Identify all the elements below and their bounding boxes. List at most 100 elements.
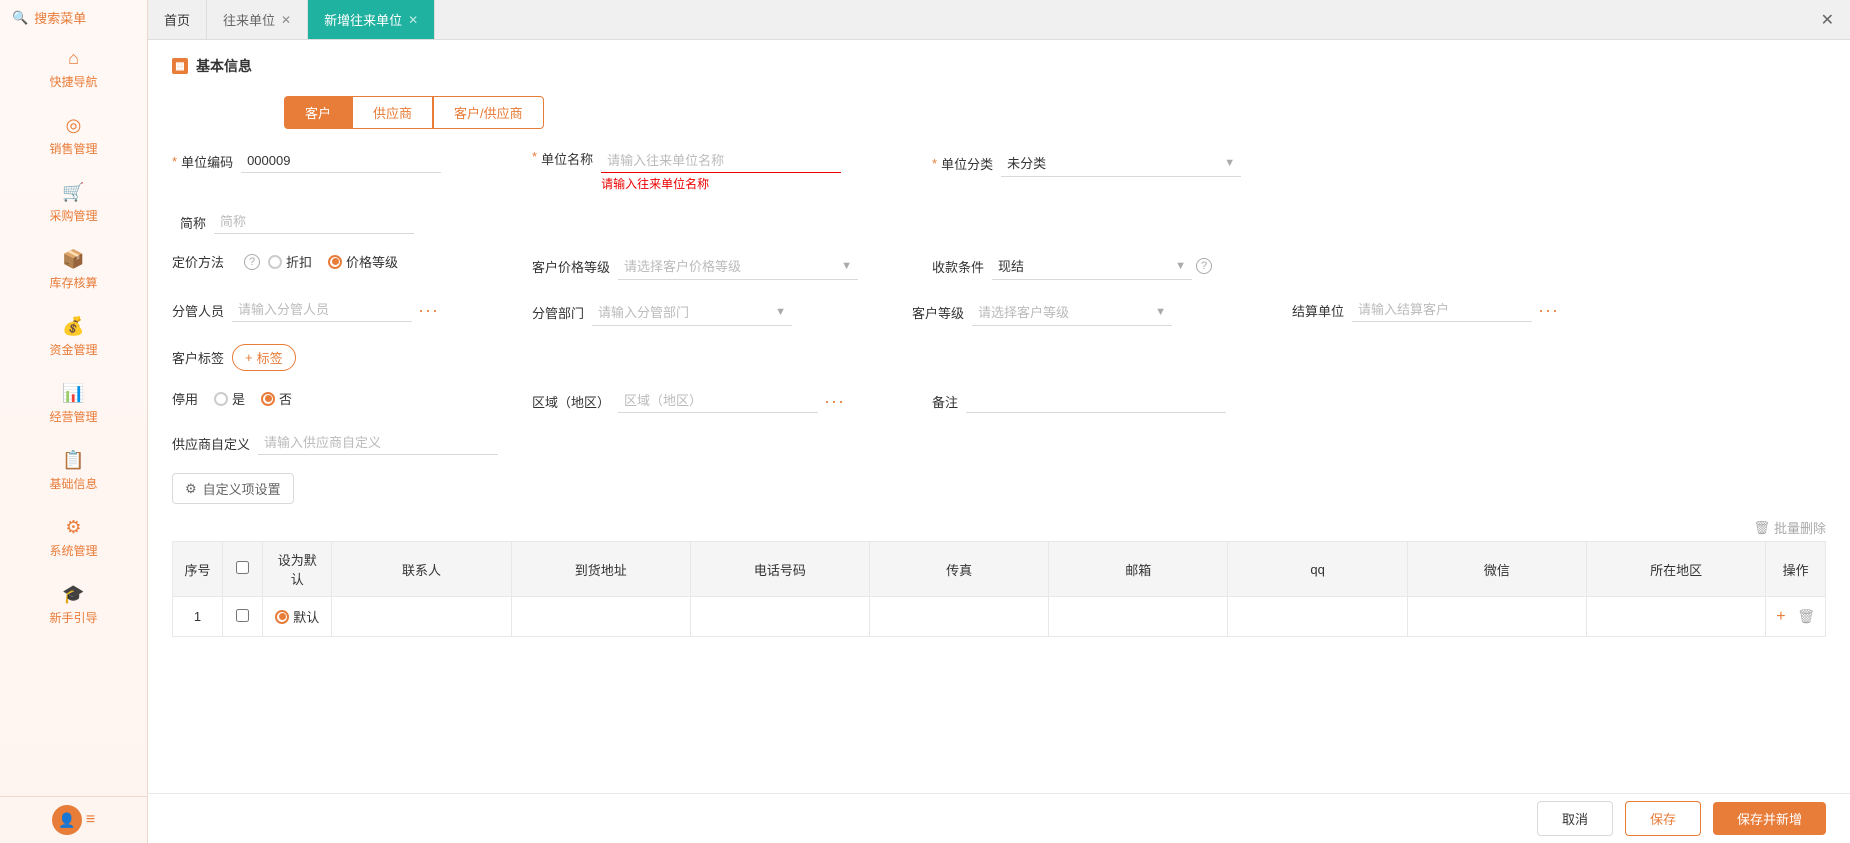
- radio-circle-yes: [214, 392, 228, 406]
- sidebar-item-inventory[interactable]: 📦 库存核算: [0, 236, 147, 303]
- td-region[interactable]: [1587, 597, 1766, 637]
- sidebar-expand-icon[interactable]: ≡: [86, 811, 95, 829]
- row-checkbox[interactable]: [236, 609, 249, 622]
- search-menu[interactable]: 🔍 搜索菜单: [0, 0, 147, 35]
- sidebar-item-label: 采购管理: [49, 207, 97, 224]
- customer-price-select[interactable]: 请选择客户价格等级 ▼: [618, 252, 858, 280]
- section-basic-info: ▦ 基本信息: [172, 56, 1826, 76]
- td-address[interactable]: [511, 597, 690, 637]
- payment-help-icon[interactable]: ?: [1196, 258, 1212, 274]
- custom-settings-btn[interactable]: ⚙ 自定义项设置: [172, 473, 294, 504]
- supplier-custom-input[interactable]: [258, 431, 498, 455]
- department-select[interactable]: 请输入分管部门 ▼: [592, 298, 792, 326]
- batch-delete-label[interactable]: 批量删除: [1774, 518, 1826, 537]
- unit-category-select[interactable]: 未分类 ▼: [1001, 149, 1241, 177]
- radio-yes[interactable]: 是: [214, 389, 245, 408]
- manager-more-btn[interactable]: ···: [412, 300, 445, 321]
- region-table-input[interactable]: [1597, 605, 1755, 628]
- region-more-btn[interactable]: ···: [818, 391, 851, 412]
- add-row-btn[interactable]: +: [1776, 608, 1785, 625]
- th-qq: qq: [1228, 542, 1407, 597]
- delete-row-btn[interactable]: 🗑: [1797, 608, 1815, 624]
- td-fax[interactable]: [870, 597, 1049, 637]
- unit-type-both-btn[interactable]: 客户/供应商: [433, 96, 544, 129]
- settlement-field: 结算单位 ···: [1292, 298, 1632, 322]
- required-star-name: *: [532, 149, 537, 164]
- remark-input[interactable]: [966, 389, 1226, 413]
- pricing-help-icon[interactable]: ?: [244, 254, 260, 270]
- radio-jiage[interactable]: 价格等级: [328, 252, 398, 271]
- chevron-down-icon: ▼: [1224, 157, 1235, 169]
- unit-name-input[interactable]: [601, 149, 841, 173]
- unit-type-customer-btn[interactable]: 客户: [284, 96, 352, 129]
- unit-type-supplier-btn[interactable]: 供应商: [352, 96, 433, 129]
- td-default[interactable]: 默认: [263, 597, 332, 637]
- radio-label-jiage: 价格等级: [346, 252, 398, 271]
- sidebar-item-system[interactable]: ⚙ 系统管理: [0, 504, 147, 571]
- contact-input[interactable]: [342, 605, 500, 628]
- sidebar-item-basic[interactable]: 📋 基础信息: [0, 437, 147, 504]
- sidebar: 🔍 搜索菜单 ⌂ 快捷导航 ◎ 销售管理 🛒 采购管理 📦 库存核算 💰 资金管…: [0, 0, 148, 843]
- supplier-custom-label: 供应商自定义: [172, 434, 250, 453]
- window-close-button[interactable]: ✕: [1805, 10, 1850, 30]
- pricing-method-label: 定价方法: [172, 252, 224, 271]
- customer-level-placeholder: 请选择客户等级: [978, 302, 1155, 321]
- sidebar-item-operation[interactable]: 📊 经营管理: [0, 370, 147, 437]
- td-email[interactable]: [1049, 597, 1228, 637]
- sidebar-item-purchase[interactable]: 🛒 采购管理: [0, 169, 147, 236]
- required-star-cat: *: [932, 156, 937, 171]
- td-phone[interactable]: [690, 597, 869, 637]
- radio-no[interactable]: 否: [261, 389, 292, 408]
- td-contact[interactable]: [332, 597, 511, 637]
- manager-input[interactable]: [232, 298, 412, 322]
- radio-label-no: 否: [279, 389, 292, 408]
- inventory-icon: 📦: [63, 248, 85, 270]
- row-default-radio[interactable]: 默认: [273, 607, 321, 626]
- address-input[interactable]: [522, 605, 680, 628]
- settlement-more-btn[interactable]: ···: [1532, 300, 1565, 321]
- region-input[interactable]: [618, 389, 818, 413]
- unit-category-value: 未分类: [1007, 153, 1224, 172]
- user-avatar[interactable]: 👤: [52, 805, 82, 835]
- supplier-custom-field: 供应商自定义: [172, 431, 572, 455]
- tab-contacts-label: 往来单位: [223, 10, 275, 29]
- manager-field: 分管人员 ···: [172, 298, 512, 322]
- save-new-button[interactable]: 保存并新增: [1713, 802, 1826, 835]
- tab-home[interactable]: 首页: [148, 0, 207, 39]
- add-tag-btn[interactable]: + 标签: [232, 344, 296, 371]
- sidebar-item-finance[interactable]: 💰 资金管理: [0, 303, 147, 370]
- td-index: 1: [173, 597, 223, 637]
- td-wechat[interactable]: [1407, 597, 1586, 637]
- wechat-input[interactable]: [1418, 605, 1576, 628]
- short-name-field: 简称: [172, 210, 512, 234]
- td-qq[interactable]: [1228, 597, 1407, 637]
- payment-terms-select[interactable]: 现结 ▼: [992, 252, 1192, 280]
- short-name-input[interactable]: [214, 210, 414, 234]
- settlement-input[interactable]: [1352, 298, 1532, 322]
- qq-input[interactable]: [1238, 605, 1396, 628]
- select-all-checkbox[interactable]: [236, 561, 249, 574]
- sidebar-item-sales[interactable]: ◎ 销售管理: [0, 102, 147, 169]
- sidebar-item-quick-nav[interactable]: ⌂ 快捷导航: [0, 35, 147, 102]
- customer-tag-field: 客户标签 + 标签: [172, 344, 1806, 371]
- cancel-button[interactable]: 取消: [1537, 801, 1613, 836]
- system-icon: ⚙: [63, 516, 85, 538]
- unit-category-field: * 单位分类 未分类 ▼: [932, 149, 1312, 177]
- phone-input[interactable]: [701, 605, 859, 628]
- customer-level-select[interactable]: 请选择客户等级 ▼: [972, 298, 1172, 326]
- radio-zhekou[interactable]: 折扣: [268, 252, 312, 271]
- email-input[interactable]: [1059, 605, 1217, 628]
- tab-contacts[interactable]: 往来单位 ✕: [207, 0, 308, 39]
- tab-new-contacts[interactable]: 新增往来单位 ✕: [308, 0, 435, 39]
- disable-radio-group: 是 否: [214, 389, 292, 408]
- sidebar-item-guide[interactable]: 🎓 新手引导: [0, 571, 147, 638]
- save-button[interactable]: 保存: [1625, 801, 1701, 836]
- tab-new-contacts-label: 新增往来单位: [324, 10, 402, 29]
- form-row-6: 停用 是 否 区域（地区） ···: [172, 389, 1826, 413]
- tab-new-contacts-close[interactable]: ✕: [408, 13, 418, 27]
- tab-bar: 首页 往来单位 ✕ 新增往来单位 ✕ ✕: [148, 0, 1850, 40]
- tab-contacts-close[interactable]: ✕: [281, 13, 291, 27]
- fax-input[interactable]: [880, 605, 1038, 628]
- pricing-radio-group: 折扣 价格等级: [268, 252, 398, 271]
- unit-code-input[interactable]: [241, 149, 441, 173]
